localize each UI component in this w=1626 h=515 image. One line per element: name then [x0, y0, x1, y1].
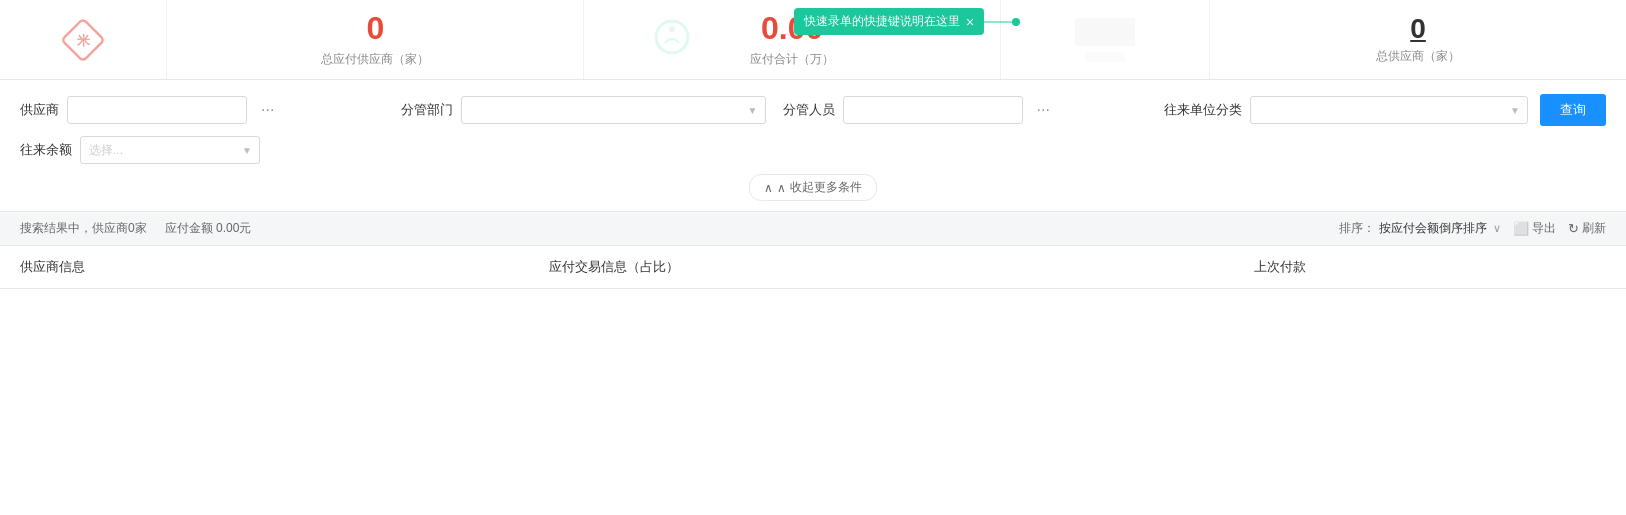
filter-row-1: 供应商 ··· 分管部门 ▼ 分管人员 ··· 往来单位分类 [20, 94, 1606, 126]
table: 供应商信息 应付交易信息（占比） 上次付款 [0, 246, 1626, 515]
result-actions: 排序： 按应付会额倒序排序 ∨ ⬜ 导出 ↻ 刷新 [1339, 220, 1606, 237]
stats-card-payable-total: 0.00 应付合计（万） 快速录单的快捷键说明在这里 × [584, 0, 1001, 79]
filter-item-dept: 分管部门 ▼ [401, 96, 765, 124]
result-bar: 搜索结果中，供应商0家 应付金额 0.00元 排序： 按应付会额倒序排序 ∨ ⬜… [0, 212, 1626, 246]
filter-item-unit-class: 往来单位分类 ▼ [1164, 96, 1528, 124]
balance-select[interactable]: 选择... [80, 136, 260, 164]
sort-label: 排序： [1339, 220, 1375, 237]
unit-class-label: 往来单位分类 [1164, 101, 1242, 119]
stats-bar: 米 0 总应付供应商（家） 0.00 应付合计（万） 快速录单的快捷键说明在这里… [0, 0, 1626, 80]
stats-card-logo: 米 [0, 0, 167, 79]
refresh-label: 刷新 [1582, 220, 1606, 237]
divider-1 [392, 96, 393, 124]
diamond-icon: 米 [58, 15, 108, 65]
staff-input[interactable] [843, 96, 1023, 124]
collapse-button[interactable]: ∧ ∧ 收起更多条件 [749, 174, 876, 201]
query-button-wrap: 查询 [1540, 94, 1606, 126]
filter-item-staff: 分管人员 ··· [783, 96, 1147, 124]
balance-label: 往来余额 [20, 141, 72, 159]
staff-more-icon[interactable]: ··· [1031, 101, 1056, 119]
stats-card-placeholder [1001, 0, 1210, 79]
export-icon: ⬜ [1513, 221, 1529, 236]
filters-area: 供应商 ··· 分管部门 ▼ 分管人员 ··· 往来单位分类 [0, 80, 1626, 212]
svg-point-3 [669, 26, 675, 32]
unit-class-select[interactable] [1250, 96, 1528, 124]
supplier-label: 供应商 [20, 101, 59, 119]
result-separator [154, 221, 157, 235]
payable-total-label: 应付合计（万） [750, 51, 834, 68]
tooltip-text: 快速录单的快捷键说明在这里 [804, 13, 960, 30]
supplier-more-icon[interactable]: ··· [255, 101, 280, 119]
stats-card-total-suppliers: 0 总供应商（家） [1210, 0, 1626, 79]
dept-select[interactable] [461, 96, 765, 124]
export-label: 导出 [1532, 220, 1556, 237]
refresh-icon: ↻ [1568, 221, 1579, 236]
svg-point-2 [656, 21, 688, 53]
table-body [0, 289, 1626, 515]
query-button[interactable]: 查询 [1540, 94, 1606, 126]
balance-select-wrap: 选择... ▼ [80, 136, 260, 164]
payable-suppliers-label: 总应付供应商（家） [321, 51, 429, 68]
tooltip-close[interactable]: × [966, 15, 974, 29]
sort-chevron-icon: ∨ [1493, 222, 1501, 235]
table-col1-header: 供应商信息 [20, 258, 549, 276]
payable-suppliers-value: 0 [366, 11, 384, 46]
table-header: 供应商信息 应付交易信息（占比） 上次付款 [0, 246, 1626, 289]
sort-value: 按应付会额倒序排序 [1379, 220, 1487, 237]
refresh-button[interactable]: ↻ 刷新 [1568, 220, 1606, 237]
tooltip-bubble: 快速录单的快捷键说明在这里 × [794, 8, 984, 35]
filter-row-2: 往来余额 选择... ▼ [20, 136, 1606, 164]
unit-class-select-wrap: ▼ [1250, 96, 1528, 124]
staff-label: 分管人员 [783, 101, 835, 119]
sort-select-wrap: 排序： 按应付会额倒序排序 ∨ [1339, 220, 1501, 237]
export-button[interactable]: ⬜ 导出 [1513, 220, 1556, 237]
collapse-row: ∧ ∧ 收起更多条件 [20, 174, 1606, 201]
dept-select-wrap: ▼ [461, 96, 765, 124]
filter-item-supplier: 供应商 ··· [20, 96, 384, 124]
svg-text:米: 米 [76, 33, 91, 48]
collapse-label: 收起更多条件 [790, 179, 862, 196]
divider-2 [774, 96, 775, 124]
result-text: 搜索结果中，供应商0家 [20, 221, 147, 235]
stats-bg-icon [647, 15, 697, 65]
divider-3 [1155, 96, 1156, 124]
result-amount: 应付金额 0.00元 [165, 221, 252, 235]
table-col3-header: 上次付款 [1254, 258, 1606, 276]
dept-label: 分管部门 [401, 101, 453, 119]
collapse-up-icon: ∧ ∧ [764, 181, 785, 195]
stats-card-payable-suppliers: 0 总应付供应商（家） [167, 0, 584, 79]
result-info: 搜索结果中，供应商0家 应付金额 0.00元 [20, 220, 251, 237]
total-suppliers-label: 总供应商（家） [1376, 48, 1460, 65]
total-suppliers-value: 0 [1410, 14, 1426, 45]
supplier-input[interactable] [67, 96, 247, 124]
table-col2-header: 应付交易信息（占比） [549, 258, 1254, 276]
filter-item-balance: 往来余额 选择... ▼ [20, 136, 340, 164]
tooltip-dot [1012, 18, 1020, 26]
